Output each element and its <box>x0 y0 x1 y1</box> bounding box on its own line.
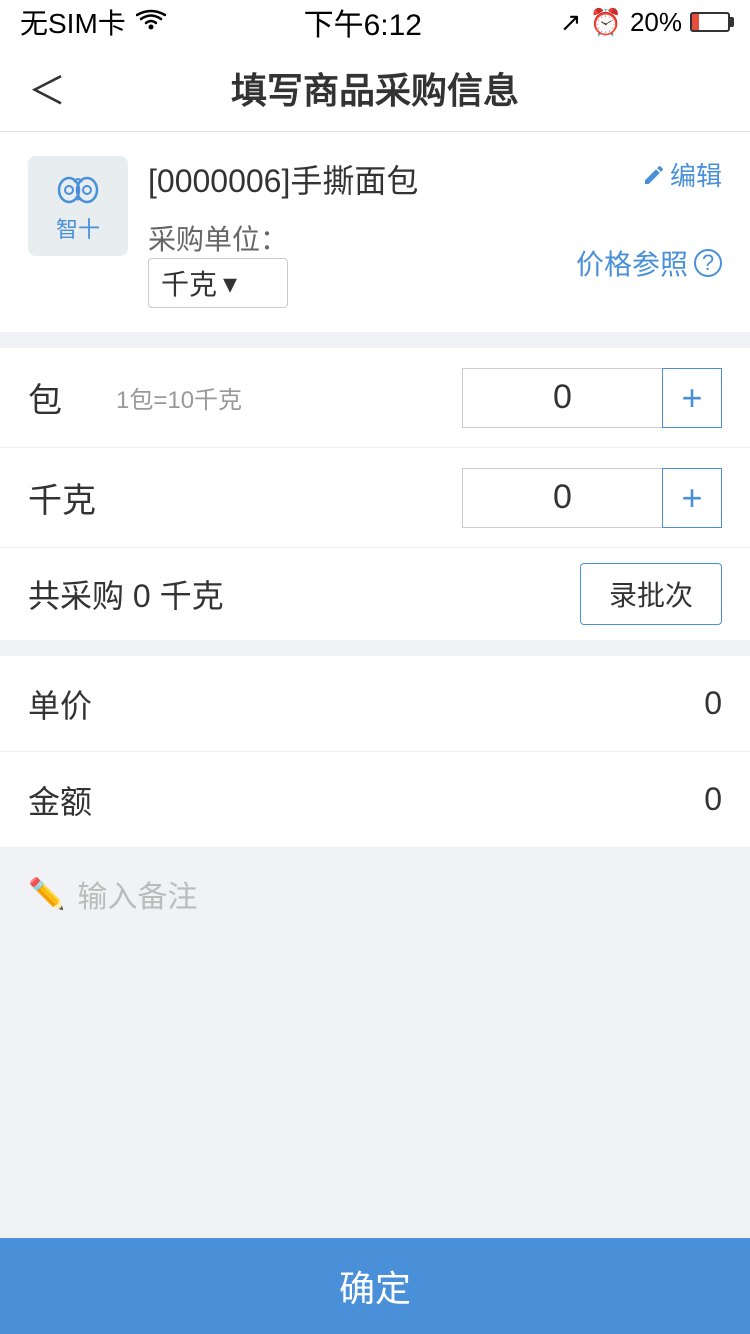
unit-select[interactable]: 千克 ▾ <box>148 258 288 308</box>
alarm-icon: ⏰ <box>590 7 622 38</box>
unit-info: 采购单位： 千克 ▾ <box>148 218 288 308</box>
bag-label: 包 <box>28 373 108 422</box>
product-card: 智十 [0000006]手撕面包 编辑 采购单位： 千克 ▾ 价格参照 ? <box>0 132 750 340</box>
pencil-icon: ✏️ <box>28 877 65 912</box>
chevron-down-icon: ▾ <box>223 267 237 300</box>
note-placeholder: 输入备注 <box>77 872 197 916</box>
edit-icon <box>642 163 666 187</box>
summary-row: 共采购 0 千克 录批次 <box>0 548 750 648</box>
product-unit-row: 采购单位： 千克 ▾ 价格参照 ? <box>148 218 722 308</box>
bag-input-row: 包 1包=10千克 + <box>0 348 750 448</box>
amount-label: 金额 <box>28 777 92 823</box>
status-right: ↗ ⏰ 20% <box>560 7 730 38</box>
page-title: 填写商品采购信息 <box>231 62 519 114</box>
summary-text: 共采购 0 千克 <box>28 571 224 617</box>
edit-button[interactable]: 编辑 <box>642 156 722 193</box>
pricing-section: 单价 0 金额 0 <box>0 656 750 848</box>
unit-label: 采购单位： <box>148 224 288 255</box>
bag-input-control: + <box>462 368 722 428</box>
battery-percent: 20% <box>630 7 682 38</box>
status-time: 下午6:12 <box>304 0 422 44</box>
wifi-icon <box>136 6 166 38</box>
note-section[interactable]: ✏️ 输入备注 <box>0 848 750 948</box>
amount-value: 0 <box>704 781 722 818</box>
help-icon: ? <box>694 249 722 277</box>
confirm-footer[interactable]: 确定 <box>0 1238 750 1334</box>
unit-price-row: 单价 0 <box>0 656 750 752</box>
quantity-section: 包 1包=10千克 + 千克 + <box>0 348 750 548</box>
batch-button[interactable]: 录批次 <box>580 563 722 625</box>
kg-quantity-input[interactable] <box>462 468 662 528</box>
price-ref-button[interactable]: 价格参照 ? <box>576 243 722 283</box>
kg-input-control: + <box>462 468 722 528</box>
bag-quantity-input[interactable] <box>462 368 662 428</box>
kg-input-row: 千克 + <box>0 448 750 548</box>
section-divider-2 <box>0 648 750 656</box>
unit-price-label: 单价 <box>28 681 92 727</box>
amount-row: 金额 0 <box>0 752 750 848</box>
product-header: [0000006]手撕面包 编辑 <box>148 156 722 202</box>
owl-icon <box>52 168 104 208</box>
nav-bar: ＜ 填写商品采购信息 <box>0 44 750 132</box>
kg-plus-button[interactable]: + <box>662 468 722 528</box>
unit-price-value: 0 <box>704 685 722 722</box>
product-name: [0000006]手撕面包 <box>148 156 418 202</box>
battery-indicator <box>690 12 730 32</box>
status-bar: 无SIM卡 下午6:12 ↗ ⏰ 20% <box>0 0 750 44</box>
logo-text: 智十 <box>56 212 100 244</box>
kg-label: 千克 <box>28 473 108 522</box>
bag-sublabel: 1包=10千克 <box>116 380 242 415</box>
product-info: [0000006]手撕面包 编辑 采购单位： 千克 ▾ 价格参照 ? <box>148 156 722 308</box>
confirm-button[interactable]: 确定 <box>339 1260 411 1312</box>
status-left: 无SIM卡 <box>20 2 166 42</box>
location-icon: ↗ <box>560 7 582 38</box>
product-image: 智十 <box>28 156 128 256</box>
back-button[interactable]: ＜ <box>28 60 66 115</box>
carrier-text: 无SIM卡 <box>20 2 126 42</box>
section-divider-1 <box>0 340 750 348</box>
content-spacer <box>0 948 750 1268</box>
bag-plus-button[interactable]: + <box>662 368 722 428</box>
